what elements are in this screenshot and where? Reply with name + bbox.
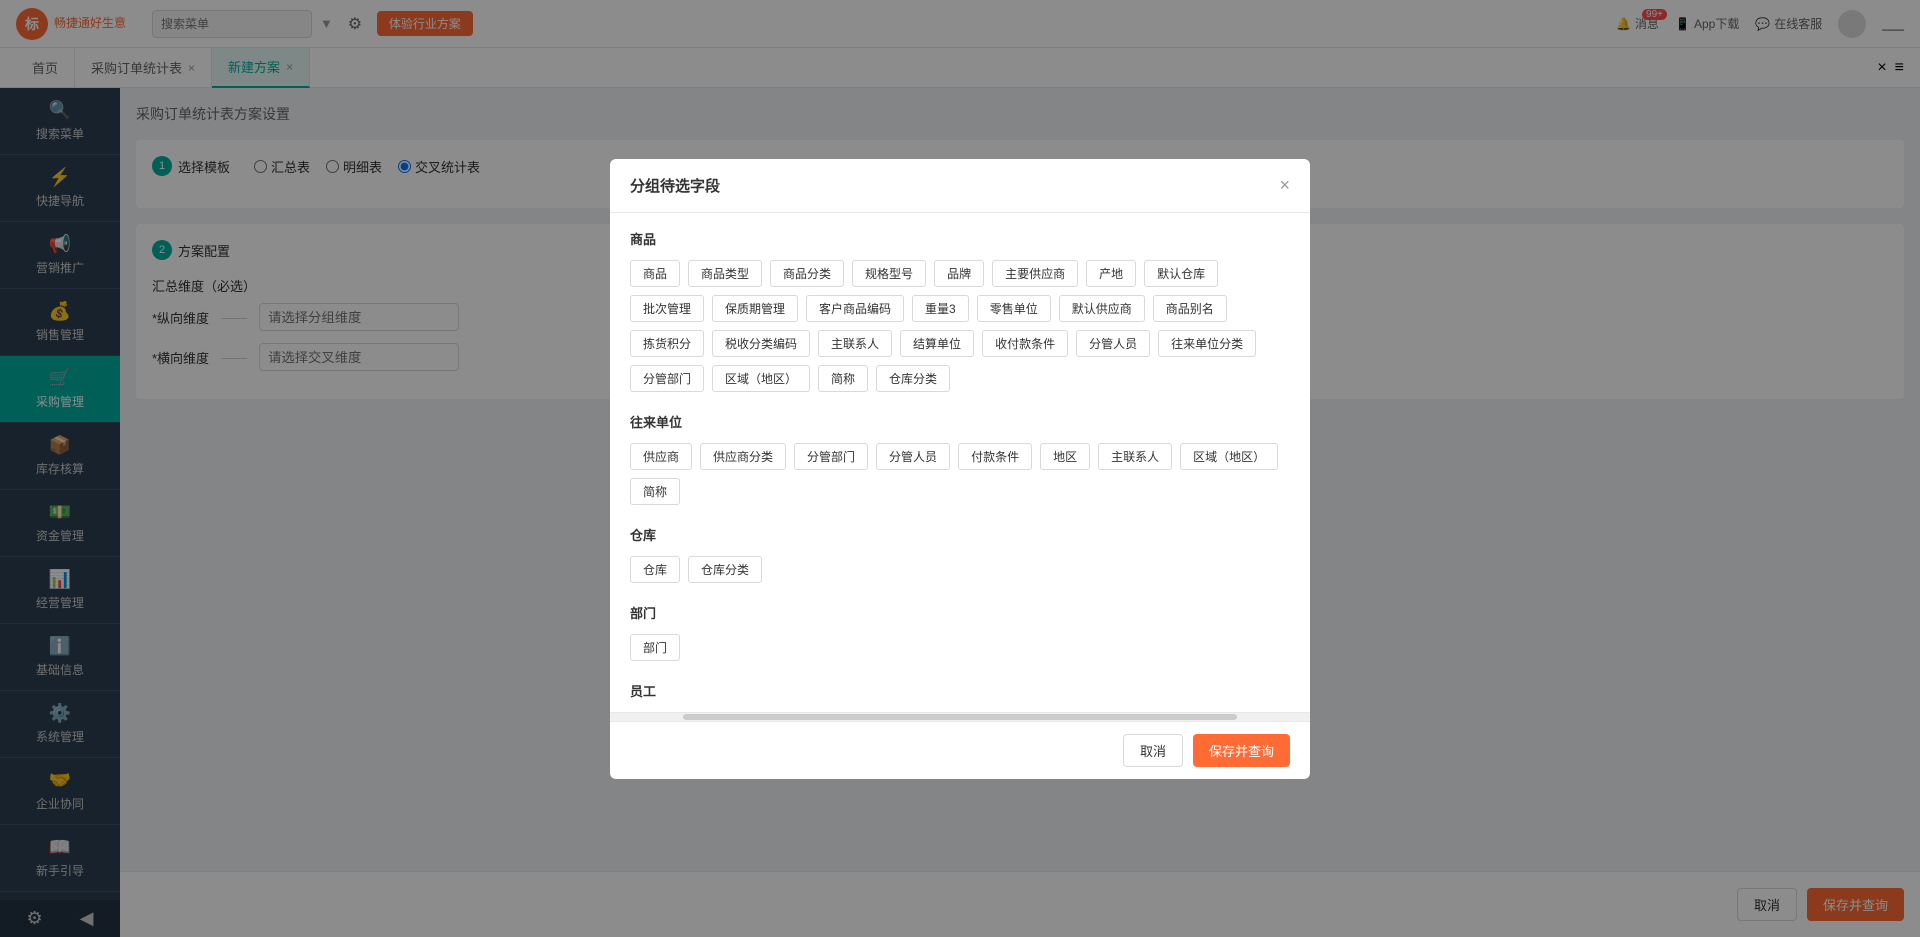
field-tag-0-23[interactable]: 区域（地区）	[712, 365, 810, 392]
field-tag-0-20[interactable]: 分管人员	[1076, 330, 1150, 357]
field-tag-0-22[interactable]: 分管部门	[630, 365, 704, 392]
field-tag-3-0[interactable]: 部门	[630, 634, 680, 661]
field-tag-0-9[interactable]: 保质期管理	[712, 295, 798, 322]
field-tag-0-8[interactable]: 批次管理	[630, 295, 704, 322]
dialog-save-btn[interactable]: 保存并查询	[1193, 734, 1290, 767]
field-tag-0-4[interactable]: 品牌	[934, 260, 984, 287]
section-title-3: 部门	[630, 603, 1290, 622]
field-tag-1-5[interactable]: 地区	[1040, 443, 1090, 470]
field-tag-1-1[interactable]: 供应商分类	[700, 443, 786, 470]
field-tag-1-0[interactable]: 供应商	[630, 443, 692, 470]
field-section-1: 往来单位供应商供应商分类分管部门分管人员付款条件地区主联系人区域（地区） 简称	[630, 412, 1290, 505]
dialog-cancel-btn[interactable]: 取消	[1123, 734, 1183, 767]
field-tag-0-15[interactable]: 拣货积分	[630, 330, 704, 357]
field-tag-0-2[interactable]: 商品分类	[770, 260, 844, 287]
field-tag-0-14[interactable]: 商品别名	[1153, 295, 1227, 322]
hscroll-bar	[683, 714, 1237, 720]
field-tag-0-19[interactable]: 收付款条件	[982, 330, 1068, 357]
field-select-dialog: 分组待选字段 × 商品商品商品类型商品分类规格型号品牌主要供应商产地默认仓库批次…	[610, 159, 1310, 779]
section-title-2: 仓库	[630, 525, 1290, 544]
dialog-footer: 取消 保存并查询	[610, 721, 1310, 779]
field-tag-0-1[interactable]: 商品类型	[688, 260, 762, 287]
field-tag-1-7[interactable]: 区域（地区）	[1180, 443, 1278, 470]
field-tag-1-6[interactable]: 主联系人	[1098, 443, 1172, 470]
field-grid-2: 仓库仓库分类	[630, 556, 1290, 583]
dialog-body: 商品商品商品类型商品分类规格型号品牌主要供应商产地默认仓库批次管理保质期管理客户…	[610, 213, 1310, 712]
dialog-close-btn[interactable]: ×	[1279, 175, 1290, 196]
field-tag-0-0[interactable]: 商品	[630, 260, 680, 287]
dialog-title: 分组待选字段	[630, 175, 720, 196]
field-section-0: 商品商品商品类型商品分类规格型号品牌主要供应商产地默认仓库批次管理保质期管理客户…	[630, 229, 1290, 392]
field-grid-1: 供应商供应商分类分管部门分管人员付款条件地区主联系人区域（地区） 简称	[630, 443, 1290, 505]
section-title-4: 员工	[630, 681, 1290, 700]
field-tag-0-10[interactable]: 客户商品编码	[806, 295, 904, 322]
dialog-hscroll[interactable]	[610, 712, 1310, 721]
field-tag-1-8[interactable]: 简称	[630, 478, 680, 505]
field-tag-0-21[interactable]: 往来单位分类	[1158, 330, 1256, 357]
dialog-header: 分组待选字段 ×	[610, 159, 1310, 213]
field-tag-0-17[interactable]: 主联系人	[818, 330, 892, 357]
field-tag-1-2[interactable]: 分管部门	[794, 443, 868, 470]
field-tag-0-25[interactable]: 仓库分类	[876, 365, 950, 392]
field-section-3: 部门部门	[630, 603, 1290, 661]
field-tag-0-18[interactable]: 结算单位	[900, 330, 974, 357]
overlay: 分组待选字段 × 商品商品商品类型商品分类规格型号品牌主要供应商产地默认仓库批次…	[0, 0, 1920, 937]
field-tag-0-12[interactable]: 零售单位	[977, 295, 1051, 322]
field-tag-1-4[interactable]: 付款条件	[958, 443, 1032, 470]
field-tag-0-7[interactable]: 默认仓库	[1144, 260, 1218, 287]
field-tag-0-16[interactable]: 税收分类编码	[712, 330, 810, 357]
field-grid-0: 商品商品类型商品分类规格型号品牌主要供应商产地默认仓库批次管理保质期管理客户商品…	[630, 260, 1290, 392]
field-tag-0-5[interactable]: 主要供应商	[992, 260, 1078, 287]
field-tag-1-3[interactable]: 分管人员	[876, 443, 950, 470]
field-section-2: 仓库仓库仓库分类	[630, 525, 1290, 583]
section-title-1: 往来单位	[630, 412, 1290, 431]
field-tag-0-13[interactable]: 默认供应商	[1059, 295, 1145, 322]
field-tag-0-6[interactable]: 产地	[1086, 260, 1136, 287]
section-title-0: 商品	[630, 229, 1290, 248]
field-tag-0-24[interactable]: 简称	[818, 365, 868, 392]
field-section-4: 员工业务员	[630, 681, 1290, 712]
field-tag-2-1[interactable]: 仓库分类	[688, 556, 762, 583]
field-grid-3: 部门	[630, 634, 1290, 661]
field-tag-0-11[interactable]: 重量3	[912, 295, 969, 322]
field-tag-0-3[interactable]: 规格型号	[852, 260, 926, 287]
field-tag-2-0[interactable]: 仓库	[630, 556, 680, 583]
